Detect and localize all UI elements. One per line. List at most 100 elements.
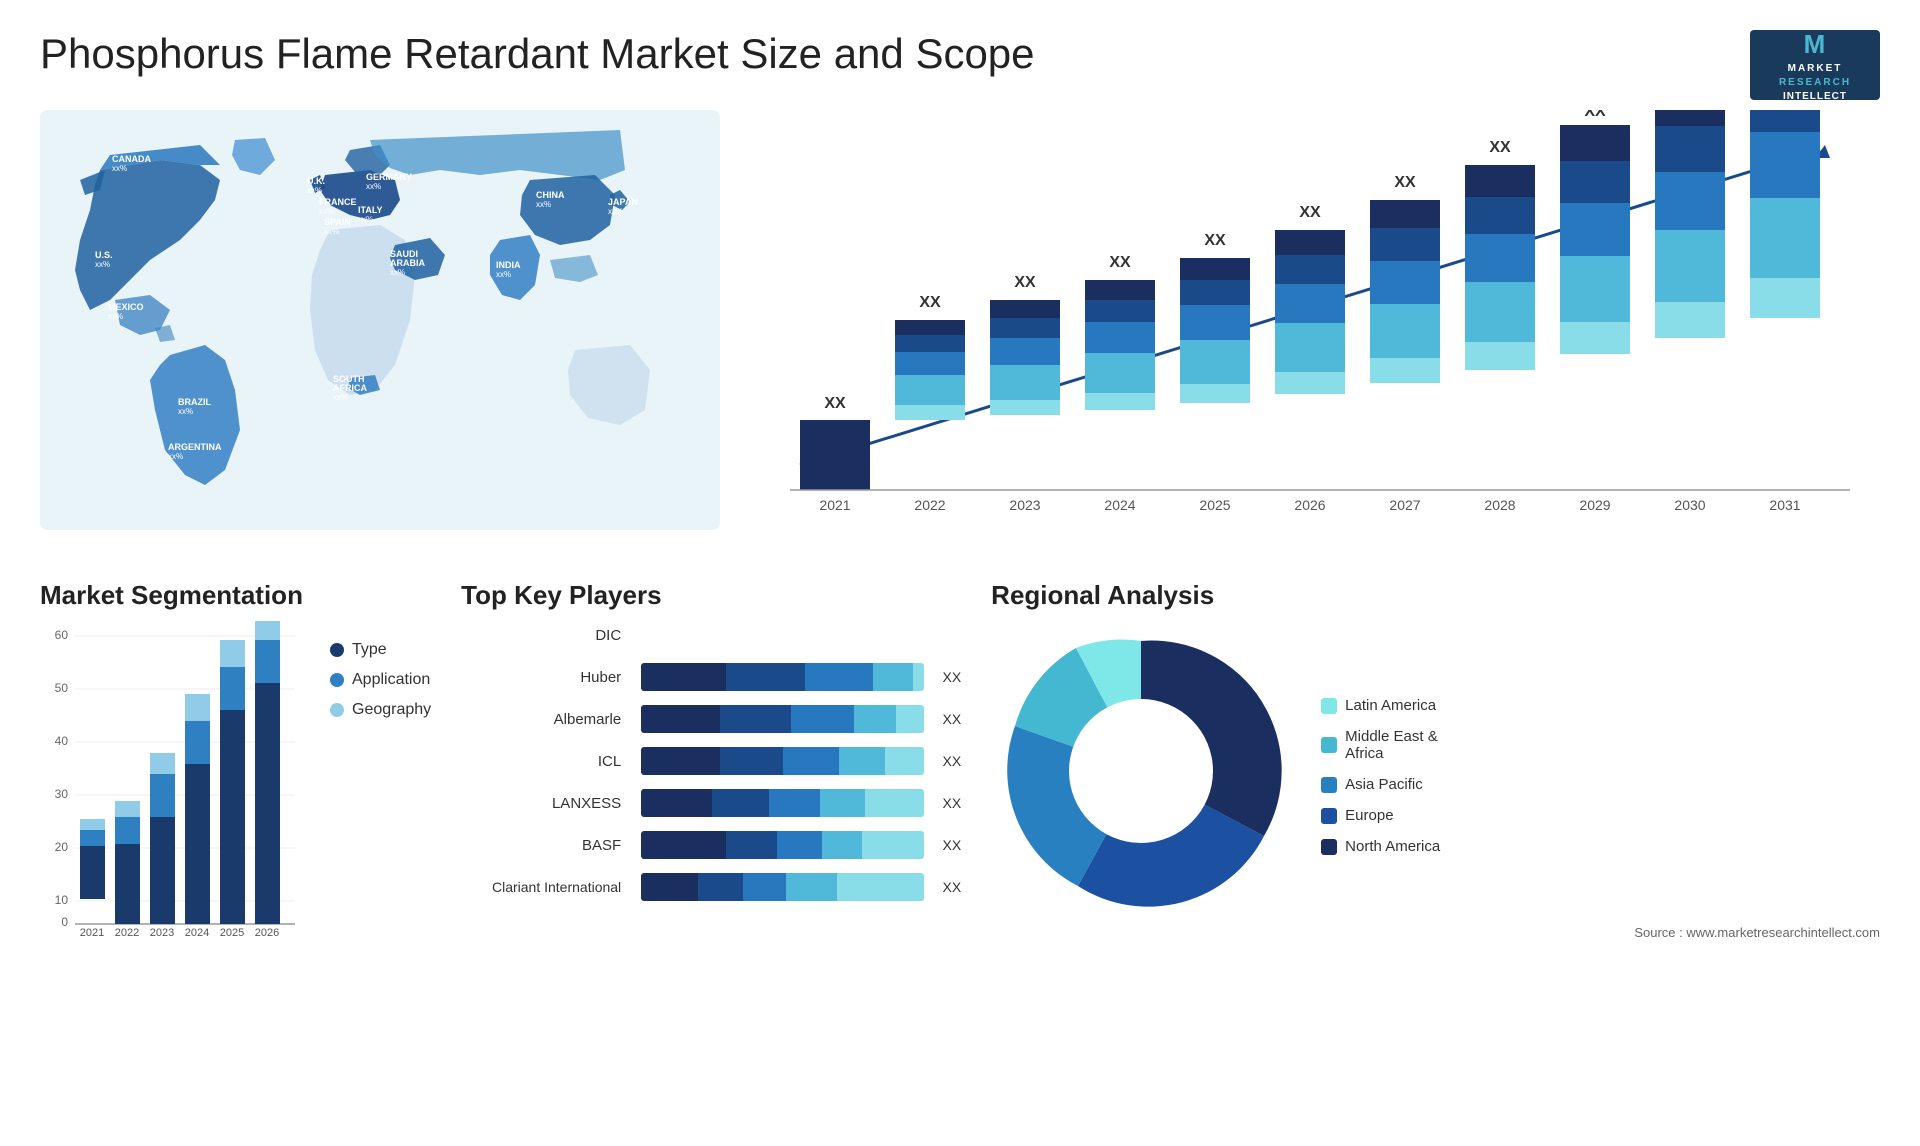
svg-text:XX: XX: [1584, 110, 1606, 120]
player-value-basf: XX: [942, 837, 961, 853]
svg-text:2025: 2025: [220, 927, 244, 939]
svg-text:xx%: xx%: [390, 268, 405, 277]
label-latin-america: Latin America: [1345, 697, 1436, 714]
svg-text:2021: 2021: [819, 497, 850, 513]
player-row-albemarle: Albemarle XX: [461, 705, 961, 733]
segmentation-section: Market Segmentation 60 50 40 30 20 10 0: [40, 580, 431, 1040]
logo-line3: INTELLECT: [1783, 90, 1847, 104]
player-value-huber: XX: [942, 669, 961, 685]
legend-dot-app: [330, 673, 344, 687]
player-row-huber: Huber XX: [461, 663, 961, 691]
bar-2024: XX 2024: [1085, 254, 1155, 513]
player-name-basf: BASF: [461, 837, 621, 854]
legend-north-america: North America: [1321, 838, 1440, 855]
player-name-clariant: Clariant International: [461, 879, 621, 895]
svg-text:2021: 2021: [80, 927, 104, 939]
country-label-brazil: BRAZIL: [178, 397, 211, 407]
label-north-america: North America: [1345, 838, 1440, 855]
player-name-dic: DIC: [461, 627, 621, 644]
svg-text:50: 50: [55, 681, 69, 695]
label-asia-pacific: Asia Pacific: [1345, 776, 1423, 793]
country-label-spain: SPAIN: [324, 217, 351, 227]
svg-text:2028: 2028: [1484, 497, 1515, 513]
svg-text:2029: 2029: [1579, 497, 1610, 513]
players-section: Top Key Players DIC Huber XX: [461, 580, 961, 1040]
bar-2023: XX 2023: [990, 274, 1060, 513]
legend-application: Application: [330, 671, 431, 689]
legend-label-type: Type: [352, 641, 387, 659]
growth-bar-chart: XX 2021 XX 2022: [740, 110, 1880, 560]
svg-text:2024: 2024: [185, 927, 209, 939]
svg-text:xx%: xx%: [608, 207, 623, 216]
country-label-italy: ITALY: [358, 205, 383, 215]
svg-text:XX: XX: [1489, 139, 1511, 156]
player-value-clariant: XX: [942, 879, 961, 895]
label-europe: Europe: [1345, 807, 1393, 824]
legend-latin-america: Latin America: [1321, 697, 1440, 714]
legend-asia-pacific: Asia Pacific: [1321, 776, 1440, 793]
color-middle-east: [1321, 737, 1337, 753]
player-value-icl: XX: [942, 753, 961, 769]
regional-chart-area: Latin America Middle East &Africa Asia P…: [991, 621, 1880, 921]
top-row: CANADA xx% U.S. xx% MEXICO xx% BRAZIL xx…: [40, 110, 1880, 570]
player-name-lanxess: LANXESS: [461, 795, 621, 812]
svg-text:40: 40: [55, 734, 69, 748]
svg-text:xx%: xx%: [112, 164, 127, 173]
svg-text:xx%: xx%: [333, 393, 348, 402]
country-label-india: INDIA: [496, 260, 521, 270]
svg-text:2024: 2024: [1104, 497, 1135, 513]
logo-line1: MARKET: [1788, 62, 1843, 76]
players-title: Top Key Players: [461, 580, 961, 611]
svg-text:xx%: xx%: [496, 270, 511, 279]
svg-text:xx%: xx%: [319, 207, 334, 216]
header: Phosphorus Flame Retardant Market Size a…: [0, 0, 1920, 110]
bottom-row: Market Segmentation 60 50 40 30 20 10 0: [40, 580, 1880, 1040]
legend-dot-type: [330, 643, 344, 657]
bar-2026: XX 2026: [1275, 204, 1345, 513]
player-name-huber: Huber: [461, 669, 621, 686]
color-europe: [1321, 808, 1337, 824]
svg-text:2030: 2030: [1674, 497, 1705, 513]
country-label-france: FRANCE: [319, 197, 357, 207]
bar-2022: XX 2022: [895, 294, 965, 513]
player-row-clariant: Clariant International XX: [461, 873, 961, 901]
svg-text:XX: XX: [919, 294, 941, 311]
legend-type: Type: [330, 641, 431, 659]
svg-text:xx%: xx%: [366, 182, 381, 191]
source-text: Source : www.marketresearchintellect.com: [991, 925, 1880, 940]
svg-text:2023: 2023: [1009, 497, 1040, 513]
svg-text:2026: 2026: [1294, 497, 1325, 513]
map-section: CANADA xx% U.S. xx% MEXICO xx% BRAZIL xx…: [40, 110, 720, 570]
player-value-albemarle: XX: [942, 711, 961, 727]
legend-europe: Europe: [1321, 807, 1440, 824]
legend-label-app: Application: [352, 671, 430, 689]
svg-text:AFRICA: AFRICA: [333, 383, 367, 393]
svg-text:xx%: xx%: [324, 227, 339, 236]
player-row-lanxess: LANXESS XX: [461, 789, 961, 817]
svg-text:10: 10: [55, 893, 69, 907]
bar-2021: XX 2021: [800, 395, 870, 513]
segmentation-chart: 60 50 40 30 20 10 0: [40, 621, 300, 941]
svg-text:0: 0: [61, 915, 68, 929]
country-label-germany: GERMANY: [366, 172, 412, 182]
svg-text:2022: 2022: [115, 927, 139, 939]
player-name-albemarle: Albemarle: [461, 711, 621, 728]
logo-line2: RESEARCH: [1779, 76, 1851, 90]
color-latin-america: [1321, 698, 1337, 714]
svg-text:2025: 2025: [1199, 497, 1230, 513]
color-asia-pacific: [1321, 777, 1337, 793]
growth-chart-section: XX 2021 XX 2022: [740, 110, 1880, 570]
svg-text:XX: XX: [1394, 174, 1416, 191]
main-content: CANADA xx% U.S. xx% MEXICO xx% BRAZIL xx…: [0, 110, 1920, 1040]
player-row-icl: ICL XX: [461, 747, 961, 775]
segmentation-title: Market Segmentation: [40, 580, 431, 611]
svg-text:60: 60: [55, 628, 69, 642]
country-label-china: CHINA: [536, 190, 565, 200]
country-label-uk: U.K.: [307, 176, 325, 186]
label-middle-east: Middle East &Africa: [1345, 728, 1438, 762]
bar-2028: XX 2028: [1465, 139, 1535, 513]
legend-middle-east: Middle East &Africa: [1321, 728, 1440, 762]
svg-text:xx%: xx%: [307, 186, 322, 195]
legend-geography: Geography: [330, 701, 431, 719]
svg-text:xx%: xx%: [536, 200, 551, 209]
